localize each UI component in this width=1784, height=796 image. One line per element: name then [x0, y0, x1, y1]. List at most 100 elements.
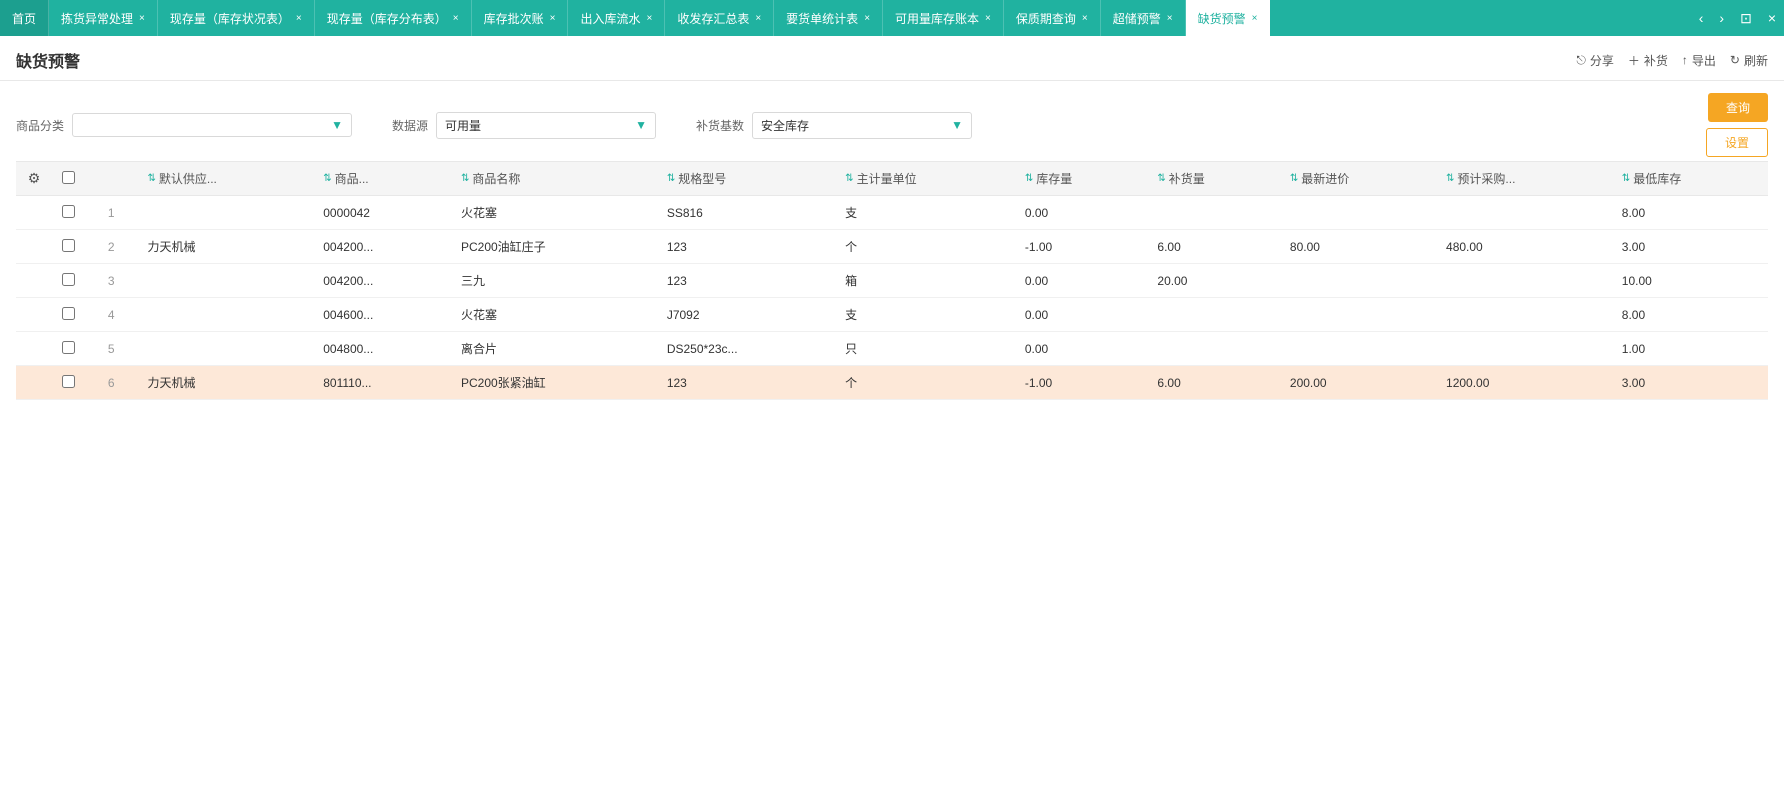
- replenish-base-value: 安全库存: [761, 117, 943, 134]
- top-navigation: 首页 拣货异常处理 × 现存量（库存状况表） × 现存量（库存分布表） × 库存…: [0, 0, 1784, 36]
- row-gear-cell: [16, 230, 52, 264]
- close-window[interactable]: ×: [1760, 0, 1784, 36]
- row-checkbox[interactable]: [62, 307, 75, 320]
- close-tab-overstock[interactable]: ×: [1167, 13, 1173, 24]
- nav-next-arrow[interactable]: ›: [1711, 0, 1732, 36]
- row-supplier: [137, 298, 313, 332]
- table-header-row: ⚙ ⇅ 默认供应... ⇅ 商: [16, 162, 1768, 196]
- col-min-stock[interactable]: ⇅ 最低库存: [1612, 162, 1768, 196]
- table-body: 1 0000042 火花塞 SS816 支 0.00 8.00 2 力天机械 0…: [16, 196, 1768, 400]
- filter-group-datasource: 数据源 可用量 ▼: [392, 112, 656, 139]
- row-spec: SS816: [657, 196, 835, 230]
- row-est-purchase: [1436, 264, 1612, 298]
- col-product-code[interactable]: ⇅ 商品...: [313, 162, 451, 196]
- col-latest-price[interactable]: ⇅ 最新进价: [1280, 162, 1436, 196]
- restore-window[interactable]: ⊡: [1732, 0, 1760, 36]
- query-button[interactable]: 查询: [1708, 93, 1768, 122]
- tab-overstock[interactable]: 超储预警 ×: [1101, 0, 1186, 36]
- tab-inventory-status[interactable]: 现存量（库存状况表） ×: [158, 0, 315, 36]
- datasource-select[interactable]: 可用量 ▼: [436, 112, 656, 139]
- row-replenish: 6.00: [1147, 230, 1280, 264]
- tab-home[interactable]: 首页: [0, 0, 49, 36]
- tab-shortage[interactable]: 缺货预警 ×: [1186, 0, 1271, 36]
- replenish-base-select[interactable]: 安全库存 ▼: [752, 112, 972, 139]
- row-est-purchase: [1436, 196, 1612, 230]
- row-product-code: 004600...: [313, 298, 451, 332]
- row-checkbox[interactable]: [62, 341, 75, 354]
- row-checkbox[interactable]: [62, 205, 75, 218]
- row-number: 3: [85, 264, 137, 298]
- column-settings-icon[interactable]: ⚙: [28, 170, 41, 186]
- export-action[interactable]: ↑ 导出: [1682, 52, 1716, 69]
- category-select[interactable]: ▼: [72, 113, 352, 137]
- row-checkbox-cell: [52, 332, 85, 366]
- close-tab-shortage[interactable]: ×: [1252, 13, 1258, 24]
- replenish-action[interactable]: ＋ 补货: [1628, 52, 1668, 69]
- col-est-purchase[interactable]: ⇅ 预计采购...: [1436, 162, 1612, 196]
- close-tab-inv-status[interactable]: ×: [296, 13, 302, 24]
- col-unit[interactable]: ⇅ 主计量单位: [835, 162, 1015, 196]
- tab-inout[interactable]: 出入库流水 ×: [568, 0, 665, 36]
- col-spec[interactable]: ⇅ 规格型号: [657, 162, 835, 196]
- row-product-code: 004200...: [313, 264, 451, 298]
- close-tab-inout[interactable]: ×: [646, 13, 652, 24]
- share-action[interactable]: ⎋ 分享: [1576, 52, 1614, 69]
- tab-available[interactable]: 可用量库存账本 ×: [883, 0, 1004, 36]
- col-spec-sort-icon: ⇅: [667, 173, 675, 184]
- close-tab-order-stat[interactable]: ×: [864, 13, 870, 24]
- settings-button[interactable]: 设置: [1706, 128, 1768, 157]
- tab-summary[interactable]: 收发存汇总表 ×: [665, 0, 774, 36]
- select-all-checkbox[interactable]: [62, 171, 75, 184]
- replenish-base-chevron-icon: ▼: [951, 118, 963, 132]
- table-row: 4 004600... 火花塞 J7092 支 0.00 8.00: [16, 298, 1768, 332]
- close-tab-inv-dist[interactable]: ×: [453, 13, 459, 24]
- row-min-stock: 1.00: [1612, 332, 1768, 366]
- row-unit: 只: [835, 332, 1015, 366]
- col-checkbox-header: [52, 162, 85, 196]
- col-row-num: [85, 162, 137, 196]
- col-stock[interactable]: ⇅ 库存量: [1015, 162, 1148, 196]
- row-latest-price: 80.00: [1280, 230, 1436, 264]
- tab-picking[interactable]: 拣货异常处理 ×: [49, 0, 158, 36]
- row-replenish: [1147, 196, 1280, 230]
- row-product-name: PC200张紧油缸: [451, 366, 657, 400]
- shortage-table: ⚙ ⇅ 默认供应... ⇅ 商: [16, 161, 1768, 400]
- refresh-action[interactable]: ↻ 刷新: [1730, 52, 1768, 69]
- row-stock: 0.00: [1015, 332, 1148, 366]
- replenish-icon: ＋: [1628, 52, 1640, 69]
- col-unit-sort-icon: ⇅: [845, 173, 853, 184]
- row-gear-cell: [16, 298, 52, 332]
- tab-expiry[interactable]: 保质期查询 ×: [1004, 0, 1101, 36]
- row-est-purchase: 480.00: [1436, 230, 1612, 264]
- close-tab-batch[interactable]: ×: [550, 13, 556, 24]
- close-tab-expiry[interactable]: ×: [1082, 13, 1088, 24]
- close-tab-picking[interactable]: ×: [139, 13, 145, 24]
- close-tab-summary[interactable]: ×: [755, 13, 761, 24]
- tab-inventory-dist[interactable]: 现存量（库存分布表） ×: [315, 0, 472, 36]
- row-product-name: 火花塞: [451, 298, 657, 332]
- row-product-name: 离合片: [451, 332, 657, 366]
- tab-order-stat[interactable]: 要货单统计表 ×: [774, 0, 883, 36]
- table-row: 6 力天机械 801110... PC200张紧油缸 123 个 -1.00 6…: [16, 366, 1768, 400]
- row-product-name: PC200油缸庄子: [451, 230, 657, 264]
- row-spec: J7092: [657, 298, 835, 332]
- row-min-stock: 3.00: [1612, 230, 1768, 264]
- row-latest-price: [1280, 332, 1436, 366]
- row-stock: -1.00: [1015, 366, 1148, 400]
- col-product-name[interactable]: ⇅ 商品名称: [451, 162, 657, 196]
- col-supplier[interactable]: ⇅ 默认供应...: [137, 162, 313, 196]
- row-checkbox-cell: [52, 298, 85, 332]
- close-tab-available[interactable]: ×: [985, 13, 991, 24]
- row-supplier: [137, 196, 313, 230]
- tab-batch[interactable]: 库存批次账 ×: [472, 0, 569, 36]
- row-checkbox[interactable]: [62, 273, 75, 286]
- nav-prev-arrow[interactable]: ‹: [1691, 0, 1712, 36]
- row-est-purchase: 1200.00: [1436, 366, 1612, 400]
- page-title: 缺货预警: [16, 48, 80, 72]
- row-checkbox[interactable]: [62, 239, 75, 252]
- row-product-name: 三九: [451, 264, 657, 298]
- row-checkbox[interactable]: [62, 375, 75, 388]
- row-checkbox-cell: [52, 264, 85, 298]
- datasource-value: 可用量: [445, 117, 627, 134]
- col-replenish[interactable]: ⇅ 补货量: [1147, 162, 1280, 196]
